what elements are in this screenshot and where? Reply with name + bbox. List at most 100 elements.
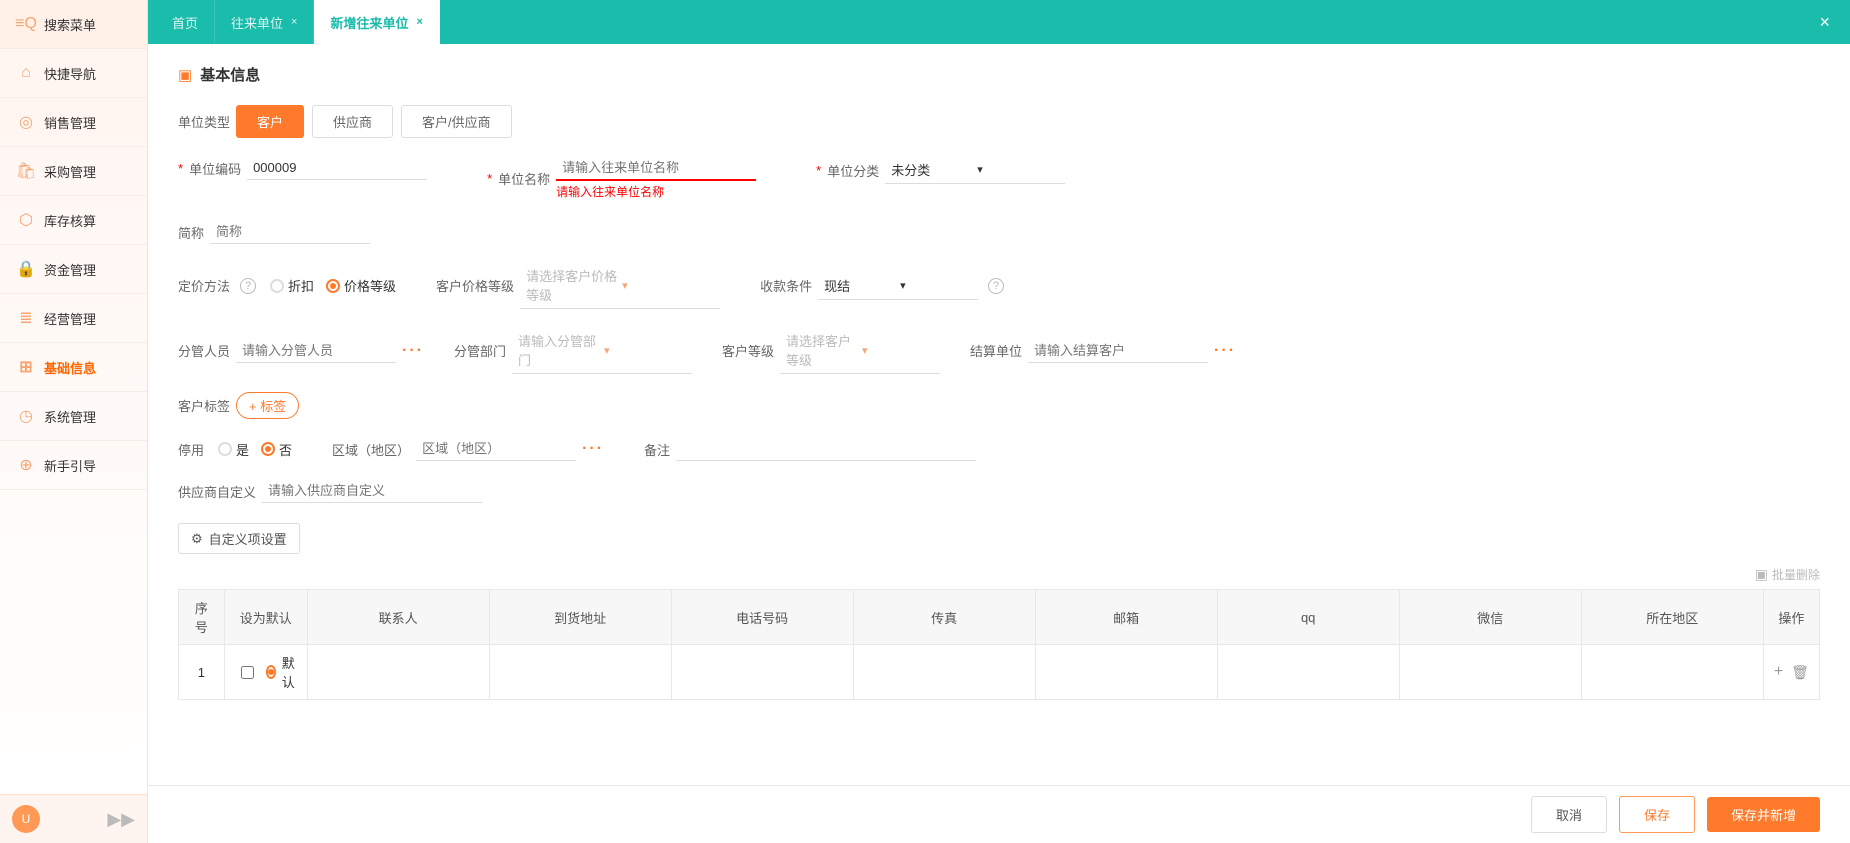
batch-delete-area: ▣ 批量删除 [178, 566, 1820, 583]
save-new-button[interactable]: 保存并新增 [1707, 797, 1820, 832]
save-button[interactable]: 保存 [1619, 796, 1695, 833]
sidebar-item-sales[interactable]: ◎ 销售管理 [0, 98, 147, 147]
customer-level-label: 客户等级 [722, 341, 774, 360]
radio-yes[interactable]: 是 [218, 440, 249, 459]
btn-supplier[interactable]: 供应商 [312, 105, 393, 138]
th-address: 到货地址 [489, 590, 671, 645]
contact-input[interactable] [318, 665, 479, 680]
cancel-button[interactable]: 取消 [1531, 796, 1607, 833]
row-checkbox[interactable] [235, 666, 260, 679]
row-add-icon[interactable]: + [1774, 663, 1783, 681]
sidebar-item-basic-info[interactable]: ⊞ 基础信息 [0, 343, 147, 392]
radio-no[interactable]: 否 [261, 440, 292, 459]
section-icon: ▣ [178, 66, 192, 84]
unit-category-value: 未分类 [891, 160, 973, 179]
radio-discount[interactable]: 折扣 [270, 276, 314, 295]
th-qq: qq [1217, 590, 1399, 645]
unit-name-input[interactable] [556, 156, 756, 181]
btn-customer[interactable]: 客户 [236, 105, 304, 138]
sidebar-item-label: 库存核算 [44, 211, 96, 230]
window-close-icon[interactable]: × [1807, 12, 1842, 33]
custom-settings-btn[interactable]: ⚙ 自定义项设置 [178, 523, 300, 554]
supervisor-label: 分管人员 [178, 341, 230, 360]
sidebar-item-inventory[interactable]: ⬡ 库存核算 [0, 196, 147, 245]
payment-terms-value: 现结 [824, 276, 896, 295]
supplier-custom-input[interactable] [262, 479, 482, 503]
sidebar-item-label: 经营管理 [44, 309, 96, 328]
radio-no-circle [261, 442, 275, 456]
payment-terms-select[interactable]: 现结 ▾ [818, 272, 978, 300]
sidebar-item-search[interactable]: ≡Q 搜索菜单 [0, 0, 147, 49]
sidebar: ≡Q 搜索菜单 ⌂ 快捷导航 ◎ 销售管理 🛍 采购管理 ⬡ 库存核算 🔒 资金… [0, 0, 148, 843]
radio-price-level[interactable]: 价格等级 [326, 276, 396, 295]
pricing-radio-group: 折扣 价格等级 [270, 276, 396, 295]
sidebar-item-operations[interactable]: ≣ 经营管理 [0, 294, 147, 343]
region-more-btn[interactable]: ··· [582, 440, 604, 458]
payment-help-icon[interactable]: ? [988, 278, 1004, 294]
region-input[interactable] [416, 437, 576, 461]
td-action: + 🗑 [1763, 645, 1819, 700]
unit-name-wrap: 请输入往来单位名称 [556, 156, 756, 200]
sidebar-item-system[interactable]: ◷ 系统管理 [0, 392, 147, 441]
required-mark3: * [816, 163, 821, 178]
tab-new-partner-close[interactable]: × [416, 16, 422, 28]
supervisor-more-btn[interactable]: ··· [402, 342, 424, 360]
abbr-input[interactable] [210, 220, 370, 244]
unit-category-select[interactable]: 未分类 ▾ [885, 156, 1065, 184]
pricing-help-icon[interactable]: ? [240, 278, 256, 294]
supervisor-input[interactable] [236, 339, 396, 363]
customer-level-select[interactable]: 请选择客户等级 ▾ [780, 327, 940, 374]
region-label: 区域（地区） [332, 440, 410, 459]
settlement-more-btn[interactable]: ··· [1214, 342, 1236, 360]
sales-icon: ◎ [16, 112, 36, 132]
th-region: 所在地区 [1581, 590, 1763, 645]
batch-delete-icon: ▣ [1755, 566, 1768, 583]
add-tag-btn[interactable]: + 标签 [236, 392, 299, 419]
remark-input[interactable] [676, 437, 976, 461]
customer-price-level-select[interactable]: 请选择客户价格等级 ▾ [520, 262, 720, 309]
sidebar-item-guide[interactable]: ⊕ 新手引导 [0, 441, 147, 490]
payment-terms-chev: ▾ [900, 279, 972, 292]
tab-new-partner[interactable]: 新增往来单位 × [314, 0, 439, 44]
unit-code-input[interactable] [247, 156, 427, 180]
sidebar-item-label: 快捷导航 [44, 64, 96, 83]
settlement-unit-input[interactable] [1028, 339, 1208, 363]
row-default-radio[interactable]: 默认 [266, 653, 297, 691]
department-select[interactable]: 请输入分管部门 ▾ [512, 327, 692, 374]
custom-settings-label: 自定义项设置 [209, 529, 287, 548]
search-menu-icon: ≡Q [16, 14, 36, 34]
settlement-unit-label: 结算单位 [970, 341, 1022, 360]
disable-label: 停用 [178, 440, 204, 459]
th-email: 邮箱 [1035, 590, 1217, 645]
customer-price-level-group: 客户价格等级 请选择客户价格等级 ▾ [436, 262, 720, 309]
address-input[interactable] [500, 665, 661, 680]
qq-input[interactable] [1228, 665, 1389, 680]
sidebar-item-finance[interactable]: 🔒 资金管理 [0, 245, 147, 294]
tab-partners[interactable]: 往来单位 × [215, 0, 314, 44]
tab-home[interactable]: 首页 [156, 0, 215, 44]
tab-partners-close[interactable]: × [291, 16, 297, 28]
phone-input[interactable] [682, 665, 843, 680]
footer: 取消 保存 保存并新增 [148, 785, 1850, 843]
fax-input[interactable] [864, 665, 1025, 680]
basic-info-icon: ⊞ [16, 357, 36, 377]
supplier-custom-label: 供应商自定义 [178, 482, 256, 501]
th-seq: 序号 [179, 590, 225, 645]
btn-both[interactable]: 客户/供应商 [401, 105, 512, 138]
remark-label: 备注 [644, 440, 670, 459]
td-region [1581, 645, 1763, 700]
td-qq [1217, 645, 1399, 700]
disable-group: 停用 是 否 [178, 440, 292, 459]
user-avatar: U [12, 805, 40, 833]
radio-price-level-label: 价格等级 [344, 276, 396, 295]
row-supervisor: 分管人员 ··· 分管部门 请输入分管部门 ▾ 客户等级 请选择客户等级 ▾ 结… [178, 327, 1820, 374]
finance-icon: 🔒 [16, 259, 36, 279]
wechat-input[interactable] [1410, 665, 1571, 680]
row-delete-icon[interactable]: 🗑 [1791, 664, 1809, 681]
region-table-input[interactable] [1592, 665, 1753, 680]
row-default-label: 默认 [280, 653, 297, 691]
batch-delete-label[interactable]: 批量删除 [1772, 566, 1820, 583]
sidebar-item-purchase[interactable]: 🛍 采购管理 [0, 147, 147, 196]
sidebar-item-quick-nav[interactable]: ⌂ 快捷导航 [0, 49, 147, 98]
email-input[interactable] [1046, 665, 1207, 680]
